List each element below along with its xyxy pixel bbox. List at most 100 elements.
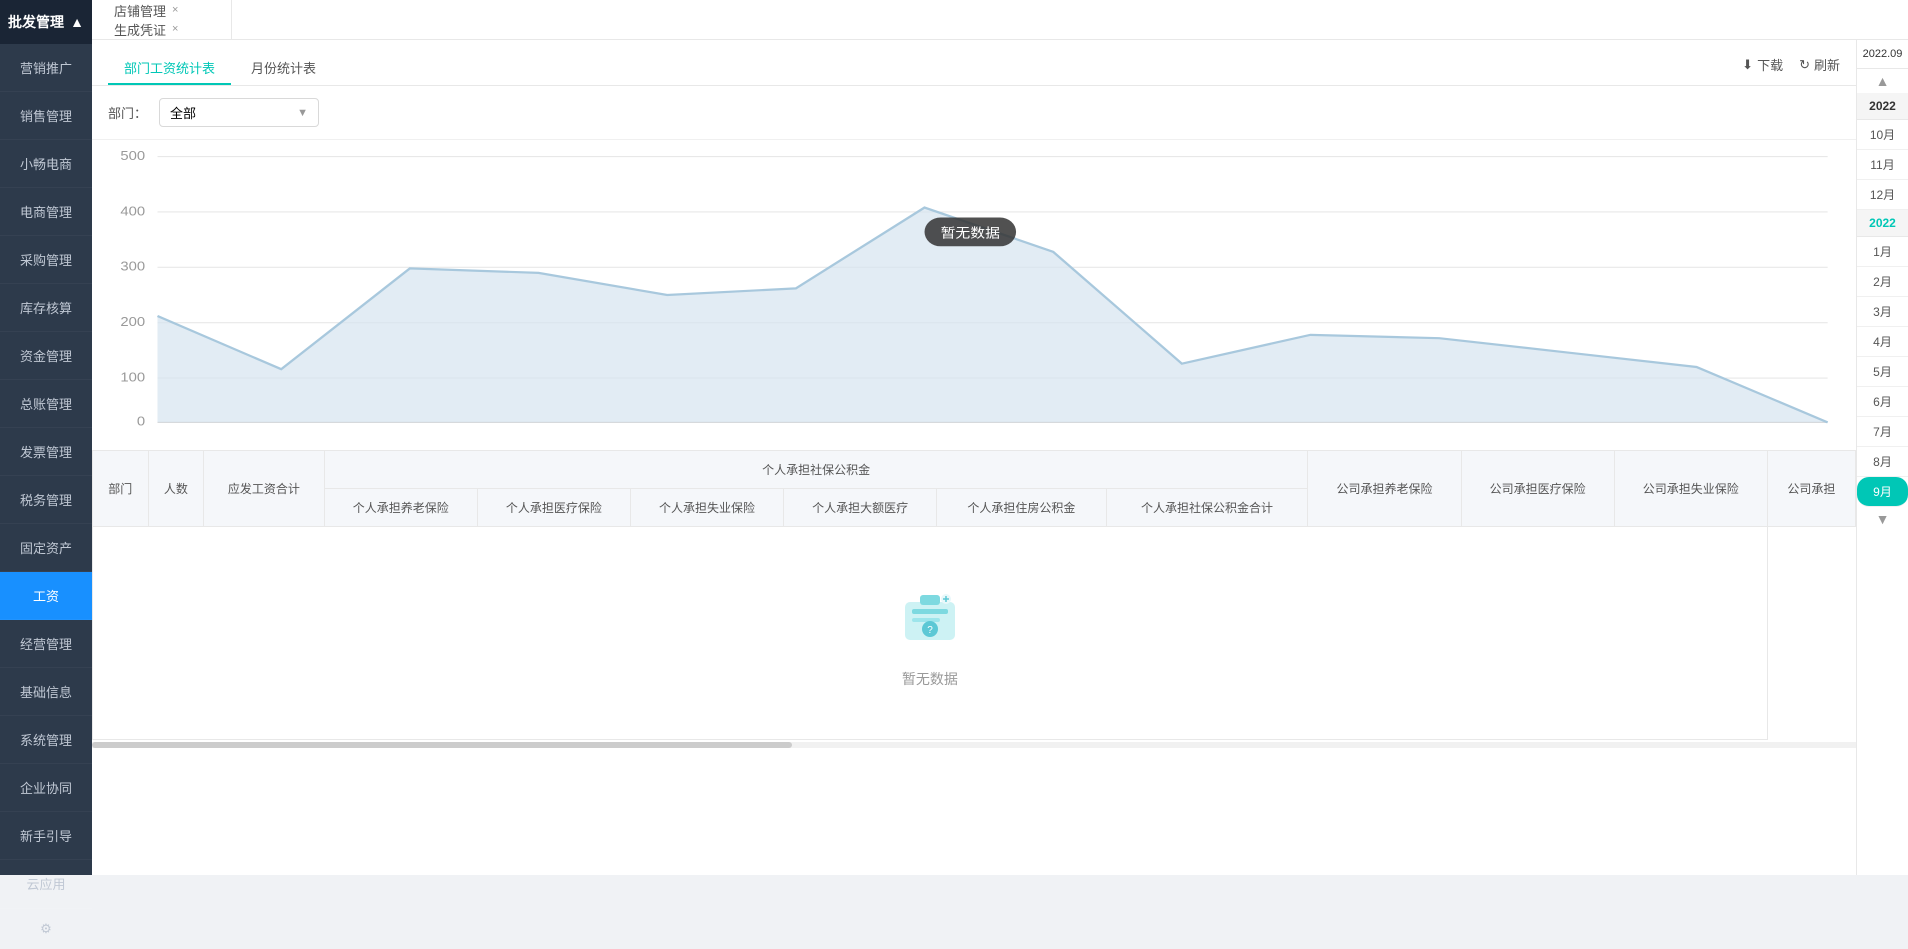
date-month-aug[interactable]: 8月 [1857,447,1908,477]
col-total-salary: 应发工资合计 [204,451,325,527]
sidebar: 批发管理 ▲ 营销推广销售管理小畅电商电商管理采购管理库存核算资金管理总账管理发… [0,0,92,875]
sidebar-item-税务管理[interactable]: 税务管理 [0,476,92,524]
sidebar-item-库存核算[interactable]: 库存核算 [0,284,92,332]
sidebar-item-销售管理[interactable]: 销售管理 [0,92,92,140]
sidebar-item-工资[interactable]: 工资 [0,572,92,620]
date-panel-header: 2022.09 [1857,40,1908,69]
date-month-jan[interactable]: 1月 [1857,237,1908,267]
svg-text:200: 200 [120,314,145,329]
col-group-personal: 个人承担社保公积金 [324,451,1308,489]
sidebar-collapse-icon: ▲ [70,14,84,30]
sidebar-item-系统管理[interactable]: 系统管理 [0,716,92,764]
col-personal-housing: 个人承担住房公积金 [937,489,1106,527]
empty-state: ? 暂无数据 [101,537,1759,729]
sub-tabs-left: 部门工资统计表 月份统计表 [108,52,332,85]
refresh-icon: ↻ [1799,57,1810,73]
sidebar-item-企业协同[interactable]: 企业协同 [0,764,92,812]
date-month-jun[interactable]: 6月 [1857,387,1908,417]
main-area: 首页门店商品目录×销售单×店铺管理×生成凭证×应收应付调整单×工资表×工资统计报… [92,0,1908,875]
col-personal-medical: 个人承担医疗保险 [477,489,630,527]
col-company-unemployment: 公司承担失业保险 [1614,451,1767,527]
sidebar-item-电商管理[interactable]: 电商管理 [0,188,92,236]
col-company-pension: 公司承担养老保险 [1308,451,1461,527]
col-personal-pension: 个人承担养老保险 [324,489,477,527]
table-container: 部门 人数 应发工资合计 个人承担社保公积金 公司承担养老保险 公司承担医疗保险… [92,450,1856,875]
sidebar-item-经营管理[interactable]: 经营管理 [0,620,92,668]
tab-close-icon[interactable]: × [172,4,178,16]
sidebar-item-小畅电商[interactable]: 小畅电商 [0,140,92,188]
tab-monthly-stats[interactable]: 月份统计表 [235,52,332,85]
horizontal-scrollbar[interactable] [92,742,1856,748]
svg-text:300: 300 [120,258,145,273]
content-area: 部门工资统计表 月份统计表 ⬇ 下载 ↻ 刷新 部门： [92,40,1908,875]
tab-close-icon[interactable]: × [172,23,178,35]
date-month-apr[interactable]: 4月 [1857,327,1908,357]
tab-bar: 首页门店商品目录×销售单×店铺管理×生成凭证×应收应付调整单×工资表×工资统计报… [92,0,1908,40]
refresh-button[interactable]: ↻ 刷新 [1799,55,1840,74]
svg-text:?: ? [927,625,933,636]
download-icon: ⬇ [1742,57,1753,73]
page-content: 部门工资统计表 月份统计表 ⬇ 下载 ↻ 刷新 部门： [92,40,1856,875]
sidebar-title: 批发管理 [8,12,64,32]
svg-text:500: 500 [120,148,145,163]
date-year-2022-2: 2022 [1857,210,1908,237]
sidebar-item-基础信息[interactable]: 基础信息 [0,668,92,716]
sub-tabs-right: ⬇ 下载 ↻ 刷新 [1742,55,1840,82]
tab-label: 生成凭证 [114,20,166,39]
empty-illustration: ? [890,577,970,657]
download-button[interactable]: ⬇ 下载 [1742,55,1783,74]
sidebar-item-发票管理[interactable]: 发票管理 [0,428,92,476]
date-nav-down[interactable]: ▼ [1857,507,1908,531]
date-year-2022-1: 2022 [1857,93,1908,120]
col-company-other: 公司承担 [1767,451,1855,527]
sidebar-item-总账管理[interactable]: 总账管理 [0,380,92,428]
date-month-feb[interactable]: 2月 [1857,267,1908,297]
date-month-oct[interactable]: 10月 [1857,120,1908,150]
department-select-value: 全部 [170,103,196,122]
empty-text: 暂无数据 [902,669,958,689]
date-month-nov[interactable]: 11月 [1857,150,1908,180]
col-personal-total: 个人承担社保公积金合计 [1106,489,1308,527]
date-panel: 2022.09 ▲ 2022 10月 11月 12月 2022 1月 2月 3月… [1856,40,1908,875]
empty-row: ? 暂无数据 [93,527,1768,740]
department-select[interactable]: 全部 ▼ [159,98,319,127]
chart-container: 500 400 300 200 100 0 [92,140,1856,450]
filter-label: 部门： [108,103,147,122]
date-nav-up[interactable]: ▲ [1857,69,1908,93]
chevron-down-icon: ▼ [297,107,308,119]
sidebar-item-云应用[interactable]: 云应用 [0,860,92,908]
scrollbar-thumb [92,742,792,748]
svg-text:100: 100 [120,369,145,384]
date-month-jul[interactable]: 7月 [1857,417,1908,447]
col-department: 部门 [93,451,149,527]
refresh-label: 刷新 [1814,55,1840,74]
tab-店铺管理[interactable]: 店铺管理 × [100,1,232,20]
svg-text:400: 400 [120,203,145,218]
svg-text:暂无数据: 暂无数据 [941,225,1000,240]
col-headcount: 人数 [148,451,204,527]
sidebar-item-新手引导[interactable]: 新手引导 [0,812,92,860]
download-label: 下载 [1757,55,1783,74]
date-month-may[interactable]: 5月 [1857,357,1908,387]
sub-tabs: 部门工资统计表 月份统计表 ⬇ 下载 ↻ 刷新 [92,40,1856,86]
filter-bar: 部门： 全部 ▼ [92,86,1856,140]
date-month-sep[interactable]: 9月 [1857,477,1908,507]
svg-text:0: 0 [137,413,145,428]
salary-chart: 500 400 300 200 100 0 [108,140,1840,450]
tab-label: 店铺管理 [114,1,166,20]
sidebar-items-container: 营销推广销售管理小畅电商电商管理采购管理库存核算资金管理总账管理发票管理税务管理… [0,44,92,908]
col-personal-unemployment: 个人承担失业保险 [630,489,783,527]
sidebar-item-采购管理[interactable]: 采购管理 [0,236,92,284]
sidebar-settings[interactable]: ⚙ [0,908,92,949]
col-personal-major-medical: 个人承担大额医疗 [784,489,937,527]
sidebar-header[interactable]: 批发管理 ▲ [0,0,92,44]
sidebar-item-资金管理[interactable]: 资金管理 [0,332,92,380]
salary-table: 部门 人数 应发工资合计 个人承担社保公积金 公司承担养老保险 公司承担医疗保险… [92,450,1856,740]
tab-生成凭证[interactable]: 生成凭证 × [100,20,232,39]
date-month-dec[interactable]: 12月 [1857,180,1908,210]
col-company-medical: 公司承担医疗保险 [1461,451,1614,527]
date-month-mar[interactable]: 3月 [1857,297,1908,327]
tab-department-salary[interactable]: 部门工资统计表 [108,52,231,85]
sidebar-item-营销推广[interactable]: 营销推广 [0,44,92,92]
sidebar-item-固定资产[interactable]: 固定资产 [0,524,92,572]
